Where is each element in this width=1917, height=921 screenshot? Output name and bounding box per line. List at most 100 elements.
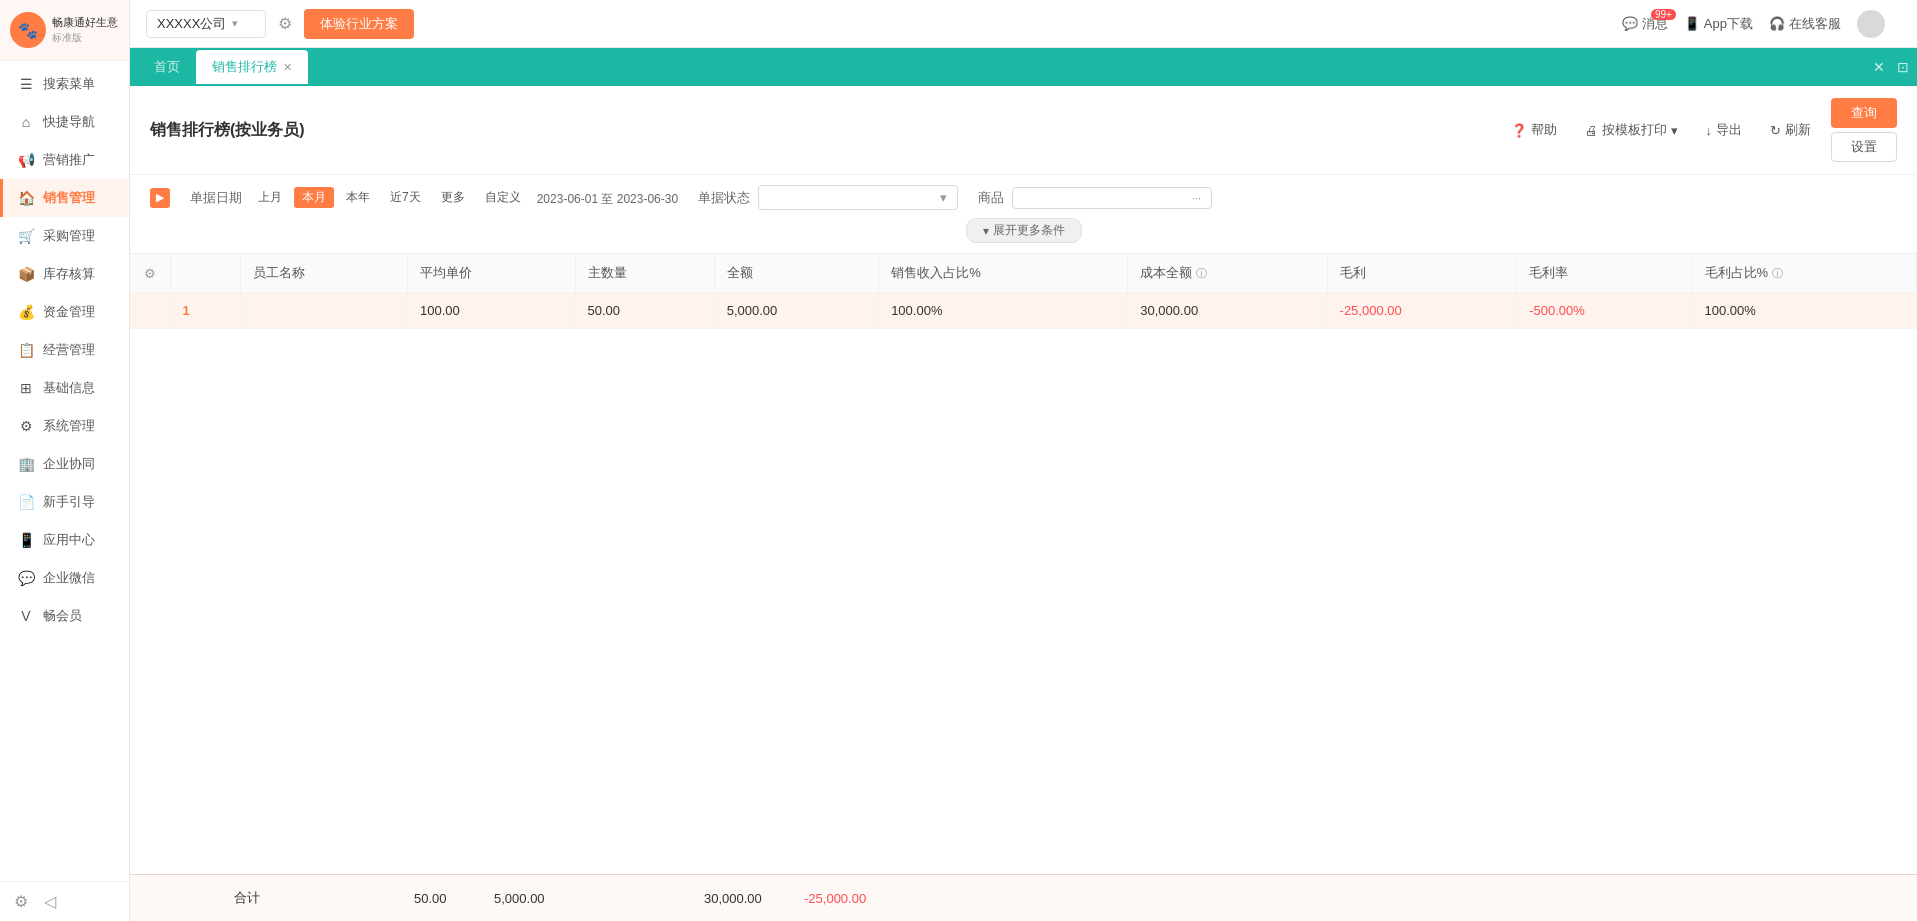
- headset-icon: 🎧: [1769, 16, 1785, 31]
- goods-select[interactable]: ···: [1012, 187, 1212, 209]
- col-gross-rate: 毛利率: [1517, 254, 1692, 293]
- online-service-item[interactable]: 🎧 在线客服: [1769, 15, 1841, 33]
- col-rank: [170, 254, 240, 293]
- expand-button[interactable]: ▾ 展开更多条件: [966, 218, 1082, 243]
- message-item[interactable]: 💬 消息 99+: [1622, 15, 1668, 33]
- sidebar-item-member[interactable]: V 畅会员: [0, 597, 129, 635]
- company-name: XXXXX公司: [157, 15, 226, 33]
- sidebar-item-guide[interactable]: 📄 新手引导: [0, 483, 129, 521]
- col-amount: 全额: [714, 254, 878, 293]
- filter-collapse-btn[interactable]: ▶: [150, 188, 170, 208]
- table-row: 1100.0050.005,000.00100.00%30,000.00-25,…: [130, 293, 1917, 329]
- col-cost: 成本全额 ⓘ: [1128, 254, 1327, 293]
- operations-icon: 📋: [17, 342, 35, 358]
- sidebar-item-apps[interactable]: 📱 应用中心: [0, 521, 129, 559]
- footer-gross-pct: [972, 894, 1052, 902]
- goods-label: 商品: [978, 189, 1004, 207]
- enterprise-icon: 🏢: [17, 456, 35, 472]
- app-download-label: App下载: [1704, 15, 1753, 33]
- filter-row: ▶ 单据日期 上月 本月 本年 近7天 更多 自定义 2023-06-01 至 …: [150, 185, 1897, 210]
- date-filter: 单据日期 上月 本月 本年 近7天 更多 自定义 2023-06-01 至 20…: [190, 187, 678, 208]
- date-tab-custom[interactable]: 自定义: [477, 187, 529, 208]
- col-settings-icon[interactable]: ⚙: [144, 266, 156, 281]
- goods-filter: 商品 ···: [978, 187, 1212, 209]
- sidebar-item-finance[interactable]: 💰 资金管理: [0, 293, 129, 331]
- shortcut-icon: ⌂: [17, 114, 35, 130]
- date-tab-last-month[interactable]: 上月: [250, 187, 290, 208]
- window-close-icon[interactable]: ✕: [1873, 59, 1885, 75]
- goods-more-icon: ···: [1192, 192, 1201, 204]
- print-chevron-icon: ▾: [1671, 123, 1678, 138]
- sidebar-logo: 🐾 畅康通好生意 标准版: [0, 0, 129, 61]
- logo-subtitle: 标准版: [52, 31, 118, 45]
- sidebar-item-purchase[interactable]: 🛒 采购管理: [0, 217, 129, 255]
- sidebar-item-shortcut[interactable]: ⌂ 快捷导航: [0, 103, 129, 141]
- date-tabs: 上月 本月 本年 近7天 更多 自定义: [250, 187, 529, 208]
- sidebar-item-system[interactable]: ⚙ 系统管理: [0, 407, 129, 445]
- export-label: 导出: [1716, 121, 1742, 139]
- data-table: ⚙ 员工名称 平均单价 主数量 全额 销售收入占比% 成本全额 ⓘ: [130, 254, 1917, 329]
- sidebar-item-enterprise[interactable]: 🏢 企业协同: [0, 445, 129, 483]
- export-button[interactable]: ↓ 导出: [1698, 117, 1751, 143]
- refresh-button[interactable]: ↻ 刷新: [1762, 117, 1819, 143]
- sidebar-item-wechat[interactable]: 💬 企业微信: [0, 559, 129, 597]
- query-button[interactable]: 查询: [1831, 98, 1897, 128]
- date-tab-this-year[interactable]: 本年: [338, 187, 378, 208]
- sidebar-item-search[interactable]: ☰ 搜索菜单: [0, 65, 129, 103]
- sidebar-item-label-guide: 新手引导: [43, 493, 95, 511]
- content-area: 销售排行榜(按业务员) ❓ 帮助 🖨 按模板打印 ▾ ↓ 导出 ↻ 刷新: [130, 86, 1917, 921]
- page-actions: ❓ 帮助 🖨 按模板打印 ▾ ↓ 导出 ↻ 刷新 查询: [1503, 98, 1898, 162]
- tab-home[interactable]: 首页: [138, 50, 196, 84]
- sidebar-item-basics[interactable]: ⊞ 基础信息: [0, 369, 129, 407]
- tab-home-label: 首页: [154, 58, 180, 76]
- table-area: ⚙ 员工名称 平均单价 主数量 全额 销售收入占比% 成本全额 ⓘ: [130, 254, 1917, 921]
- footer-qty: 50.00: [402, 887, 482, 910]
- date-tab-7days[interactable]: 近7天: [382, 187, 429, 208]
- date-tab-more[interactable]: 更多: [433, 187, 473, 208]
- sidebar-item-label-purchase: 采购管理: [43, 227, 95, 245]
- tab-bar: 首页 销售排行榜 ✕ ✕ ⊡: [130, 48, 1917, 86]
- tab-sales-rank-label: 销售排行榜: [212, 58, 277, 76]
- date-tab-this-month[interactable]: 本月: [294, 187, 334, 208]
- main-area: XXXXX公司 ▾ ⚙ 体验行业方案 💬 消息 99+ 📱 App下载 🎧 在线…: [130, 0, 1917, 921]
- export-icon: ↓: [1706, 123, 1713, 138]
- window-restore-icon[interactable]: ⊡: [1897, 59, 1909, 75]
- settings-button[interactable]: 设置: [1831, 132, 1897, 162]
- inventory-icon: 📦: [17, 266, 35, 282]
- print-label: 按模板打印: [1602, 121, 1667, 139]
- basics-icon: ⊞: [17, 380, 35, 396]
- sidebar-item-sales[interactable]: 🏠 销售管理: [0, 179, 129, 217]
- sidebar-item-operations[interactable]: 📋 经营管理: [0, 331, 129, 369]
- status-label: 单据状态: [698, 189, 750, 207]
- finance-icon: 💰: [17, 304, 35, 320]
- sidebar-item-marketing[interactable]: 📢 营销推广: [0, 141, 129, 179]
- refresh-label: 刷新: [1785, 121, 1811, 139]
- footer-cost: 30,000.00: [692, 887, 792, 910]
- col-gross: 毛利: [1327, 254, 1517, 293]
- sidebar-item-inventory[interactable]: 📦 库存核算: [0, 255, 129, 293]
- help-button[interactable]: ❓ 帮助: [1503, 117, 1565, 143]
- sidebar-item-label-marketing: 营销推广: [43, 151, 95, 169]
- sidebar-item-label-shortcut: 快捷导航: [43, 113, 95, 131]
- company-select[interactable]: XXXXX公司 ▾: [146, 10, 266, 38]
- col-settings: ⚙: [130, 254, 170, 293]
- tab-sales-rank[interactable]: 销售排行榜 ✕: [196, 50, 308, 84]
- message-icon: 💬: [1622, 16, 1638, 31]
- app-download-item[interactable]: 📱 App下载: [1684, 15, 1753, 33]
- footer-gross: -25,000.00: [792, 887, 892, 910]
- collapse-icon[interactable]: ◁: [44, 892, 56, 911]
- avatar[interactable]: [1857, 10, 1885, 38]
- status-chevron-icon: ▾: [940, 190, 947, 205]
- trial-button[interactable]: 体验行业方案: [304, 9, 414, 39]
- apps-icon: 📱: [17, 532, 35, 548]
- date-label: 单据日期: [190, 189, 242, 207]
- footer-sales-pct: [582, 894, 692, 902]
- status-select[interactable]: ▾: [758, 185, 958, 210]
- table-footer: 合计 50.00 5,000.00 30,000.00 -25,000.00: [130, 874, 1917, 921]
- tab-close-icon[interactable]: ✕: [283, 61, 292, 74]
- topbar-settings-icon[interactable]: ⚙: [278, 14, 292, 33]
- refresh-icon: ↻: [1770, 123, 1781, 138]
- print-button[interactable]: 🖨 按模板打印 ▾: [1577, 117, 1686, 143]
- table-header-row: ⚙ 员工名称 平均单价 主数量 全额 销售收入占比% 成本全额 ⓘ: [130, 254, 1917, 293]
- settings-icon[interactable]: ⚙: [14, 892, 28, 911]
